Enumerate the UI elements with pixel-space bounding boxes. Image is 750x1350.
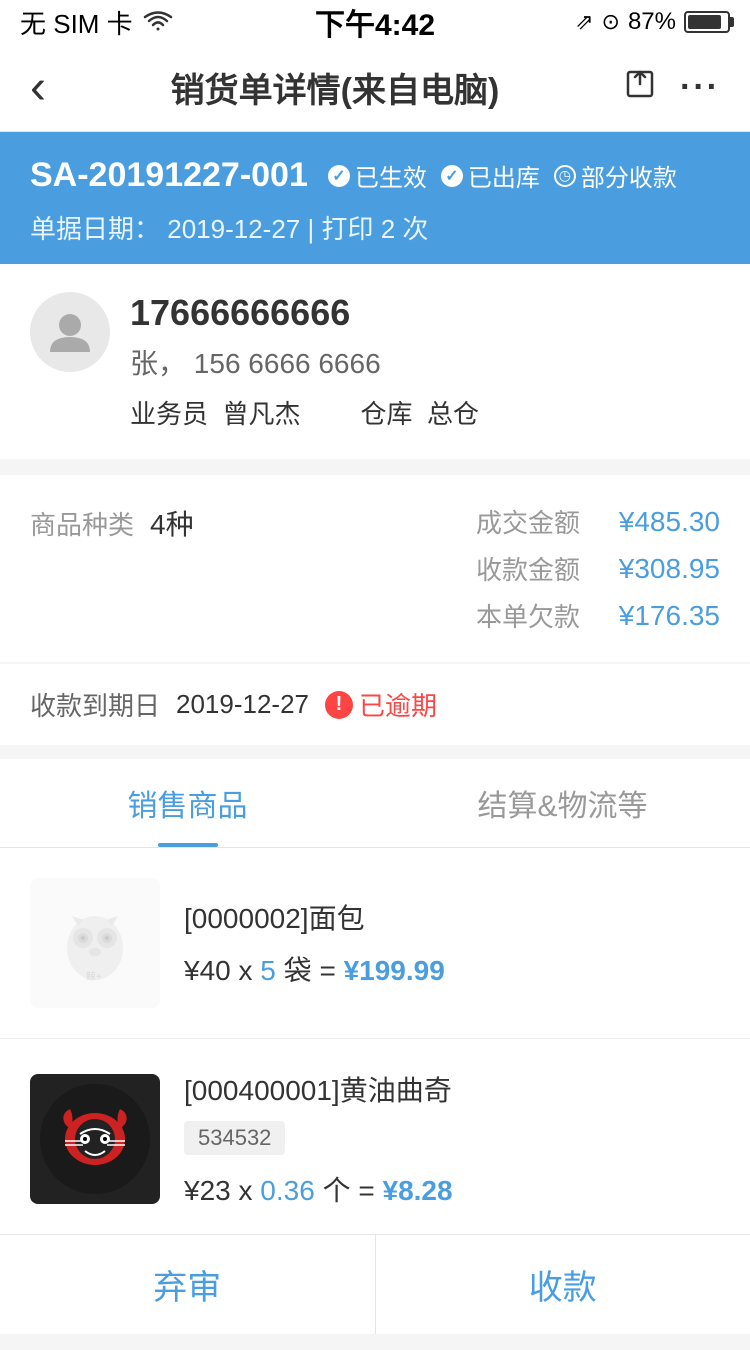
- status-right: ⇗ ⊙ 87%: [575, 8, 730, 36]
- due-date: 2019-12-27: [176, 689, 309, 720]
- product-price-2: ¥23 x 0.36 个 = ¥8.28: [184, 1169, 720, 1209]
- tab-sales-products-label: 销售商品: [128, 781, 248, 825]
- overdue-badge: ! 已逾期: [325, 686, 437, 723]
- received-amount-label: 收款金额: [476, 550, 580, 587]
- order-header-banner: SA-20191227-001 ✓ 已生效 ✓ 已出库 ◷ 部分收款 单据日期：…: [0, 132, 750, 264]
- amount-stats: 成交金额 ¥485.30 收款金额 ¥308.95 本单欠款 ¥176.35: [476, 503, 720, 634]
- status-tag-effective: ✓ 已生效: [328, 158, 427, 193]
- customer-section: 17666666666 张， 156 6666 6666 业务员 曾凡杰 仓库 …: [0, 264, 750, 459]
- tab-underline: [158, 843, 218, 847]
- product-name-2: [000400001]黄油曲奇: [184, 1069, 720, 1109]
- wifi-icon: [143, 11, 173, 33]
- alarm-icon: ⊙: [602, 9, 620, 35]
- tab-sales-products[interactable]: 销售商品: [0, 759, 375, 847]
- print-count: 2: [381, 214, 395, 244]
- order-id: SA-20191227-001: [30, 156, 308, 195]
- product-thumb-1: 鲸+: [30, 878, 160, 1008]
- product-price-1: ¥40 x 5 袋 = ¥199.99: [184, 949, 720, 989]
- status-tag-shipped: ✓ 已出库: [441, 158, 540, 193]
- customer-info: 17666666666 张， 156 6666 6666 业务员 曾凡杰 仓库 …: [130, 292, 720, 431]
- customer-name-phone: 张， 156 6666 6666: [130, 342, 720, 382]
- product-qty-1: 5: [260, 955, 276, 986]
- debt-amount-label: 本单欠款: [476, 597, 580, 634]
- check-icon-2: ✓: [441, 165, 463, 187]
- collect-payment-button[interactable]: 收款: [376, 1235, 750, 1334]
- stats-row: 商品种类 4种 成交金额 ¥485.30 收款金额 ¥308.95 本单欠款 ¥…: [30, 503, 720, 634]
- salesperson-field: 业务员 曾凡杰: [130, 394, 300, 431]
- status-tag-partial: ◷ 部分收款: [554, 158, 677, 193]
- received-amount-row: 收款金额 ¥308.95: [476, 550, 720, 587]
- product-type-value: 4种: [150, 503, 194, 543]
- location-icon: ⇗: [575, 9, 593, 35]
- due-label: 收款到期日: [30, 686, 160, 723]
- tabs-section: 销售商品 结算&物流等: [0, 759, 750, 848]
- order-status-tags: ✓ 已生效 ✓ 已出库 ◷ 部分收款: [328, 158, 677, 193]
- debt-amount-value: ¥176.35: [600, 600, 720, 632]
- collect-payment-label: 收款: [529, 1260, 597, 1309]
- products-list: 鲸+ [0000002]面包 ¥40 x 5 袋 = ¥199.99: [0, 848, 750, 1240]
- product-total-2: ¥8.28: [383, 1175, 453, 1206]
- print-suffix: 次: [402, 214, 428, 244]
- customer-meta: 业务员 曾凡杰 仓库 总仓: [130, 394, 720, 431]
- product-type-label: 商品种类: [30, 505, 134, 542]
- status-left: 无 SIM 卡: [20, 4, 173, 41]
- product-item: 鲸+ [0000002]面包 ¥40 x 5 袋 = ¥199.99: [0, 848, 750, 1039]
- back-button[interactable]: ‹: [30, 60, 46, 115]
- tab-settlement-label: 结算&物流等: [477, 781, 647, 825]
- status-time: 下午4:42: [315, 0, 435, 44]
- share-icon[interactable]: [624, 68, 656, 108]
- overdue-icon: !: [325, 691, 353, 719]
- warehouse-value: 总仓: [427, 399, 479, 429]
- page-title: 销货单详情(来自电脑): [171, 63, 500, 112]
- due-section: 收款到期日 2019-12-27 ! 已逾期: [0, 664, 750, 745]
- stats-section: 商品种类 4种 成交金额 ¥485.30 收款金额 ¥308.95 本单欠款 ¥…: [0, 475, 750, 662]
- divider-1: [0, 459, 750, 475]
- deal-amount-row: 成交金额 ¥485.30: [476, 503, 720, 540]
- carrier-text: 无 SIM 卡: [20, 4, 133, 41]
- product-item-2: [000400001]黄油曲奇 534532 ¥23 x 0.36 个 = ¥8…: [0, 1039, 750, 1240]
- deal-amount-value: ¥485.30: [600, 506, 720, 538]
- debt-amount-row: 本单欠款 ¥176.35: [476, 597, 720, 634]
- battery-icon: [684, 11, 730, 33]
- overdue-text: 已逾期: [359, 686, 437, 723]
- product-name-1: [0000002]面包: [184, 897, 720, 937]
- battery-text: 87%: [628, 8, 676, 36]
- warehouse-field: 仓库 总仓: [360, 394, 478, 431]
- order-header-row1: SA-20191227-001 ✓ 已生效 ✓ 已出库 ◷ 部分收款: [30, 156, 720, 195]
- more-icon[interactable]: ···: [680, 68, 720, 107]
- product-total-1: ¥199.99: [344, 955, 445, 986]
- deal-amount-label: 成交金额: [476, 503, 580, 540]
- product-thumb-2: [30, 1074, 160, 1204]
- tabs-row: 销售商品 结算&物流等: [0, 759, 750, 847]
- order-header-row2: 单据日期： 2019-12-27 | 打印 2 次: [30, 209, 720, 246]
- date-label: 单据日期：: [30, 214, 160, 244]
- product-type-stat: 商品种类 4种: [30, 503, 194, 543]
- nav-actions: ···: [624, 68, 720, 108]
- product-info-2: [000400001]黄油曲奇 534532 ¥23 x 0.36 个 = ¥8…: [184, 1069, 720, 1209]
- nav-bar: ‹ 销货单详情(来自电脑) ···: [0, 44, 750, 132]
- status-bar: 无 SIM 卡 下午4:42 ⇗ ⊙ 87%: [0, 0, 750, 44]
- print-separator: | 打印: [307, 214, 380, 244]
- svg-text:鲸+: 鲸+: [86, 970, 102, 983]
- product-info-1: [0000002]面包 ¥40 x 5 袋 = ¥199.99: [184, 897, 720, 989]
- avatar-icon: [45, 307, 95, 357]
- product-qty-2: 0.36: [260, 1175, 315, 1206]
- customer-avatar: [30, 292, 110, 372]
- order-date: 2019-12-27: [167, 214, 300, 244]
- salesperson-value: 曾凡杰: [222, 399, 300, 429]
- product-batch-2: 534532: [184, 1121, 285, 1155]
- tab-settlement[interactable]: 结算&物流等: [375, 759, 750, 847]
- clock-icon: ◷: [554, 165, 576, 187]
- customer-id: 17666666666: [130, 292, 720, 334]
- product-image-2: [35, 1079, 155, 1199]
- product-image-1: 鲸+: [50, 898, 140, 988]
- received-amount-value: ¥308.95: [600, 553, 720, 585]
- cancel-review-label: 弃审: [153, 1260, 221, 1309]
- bottom-bar: 弃审 收款: [0, 1234, 750, 1334]
- cancel-review-button[interactable]: 弃审: [0, 1235, 376, 1334]
- check-icon-1: ✓: [328, 165, 350, 187]
